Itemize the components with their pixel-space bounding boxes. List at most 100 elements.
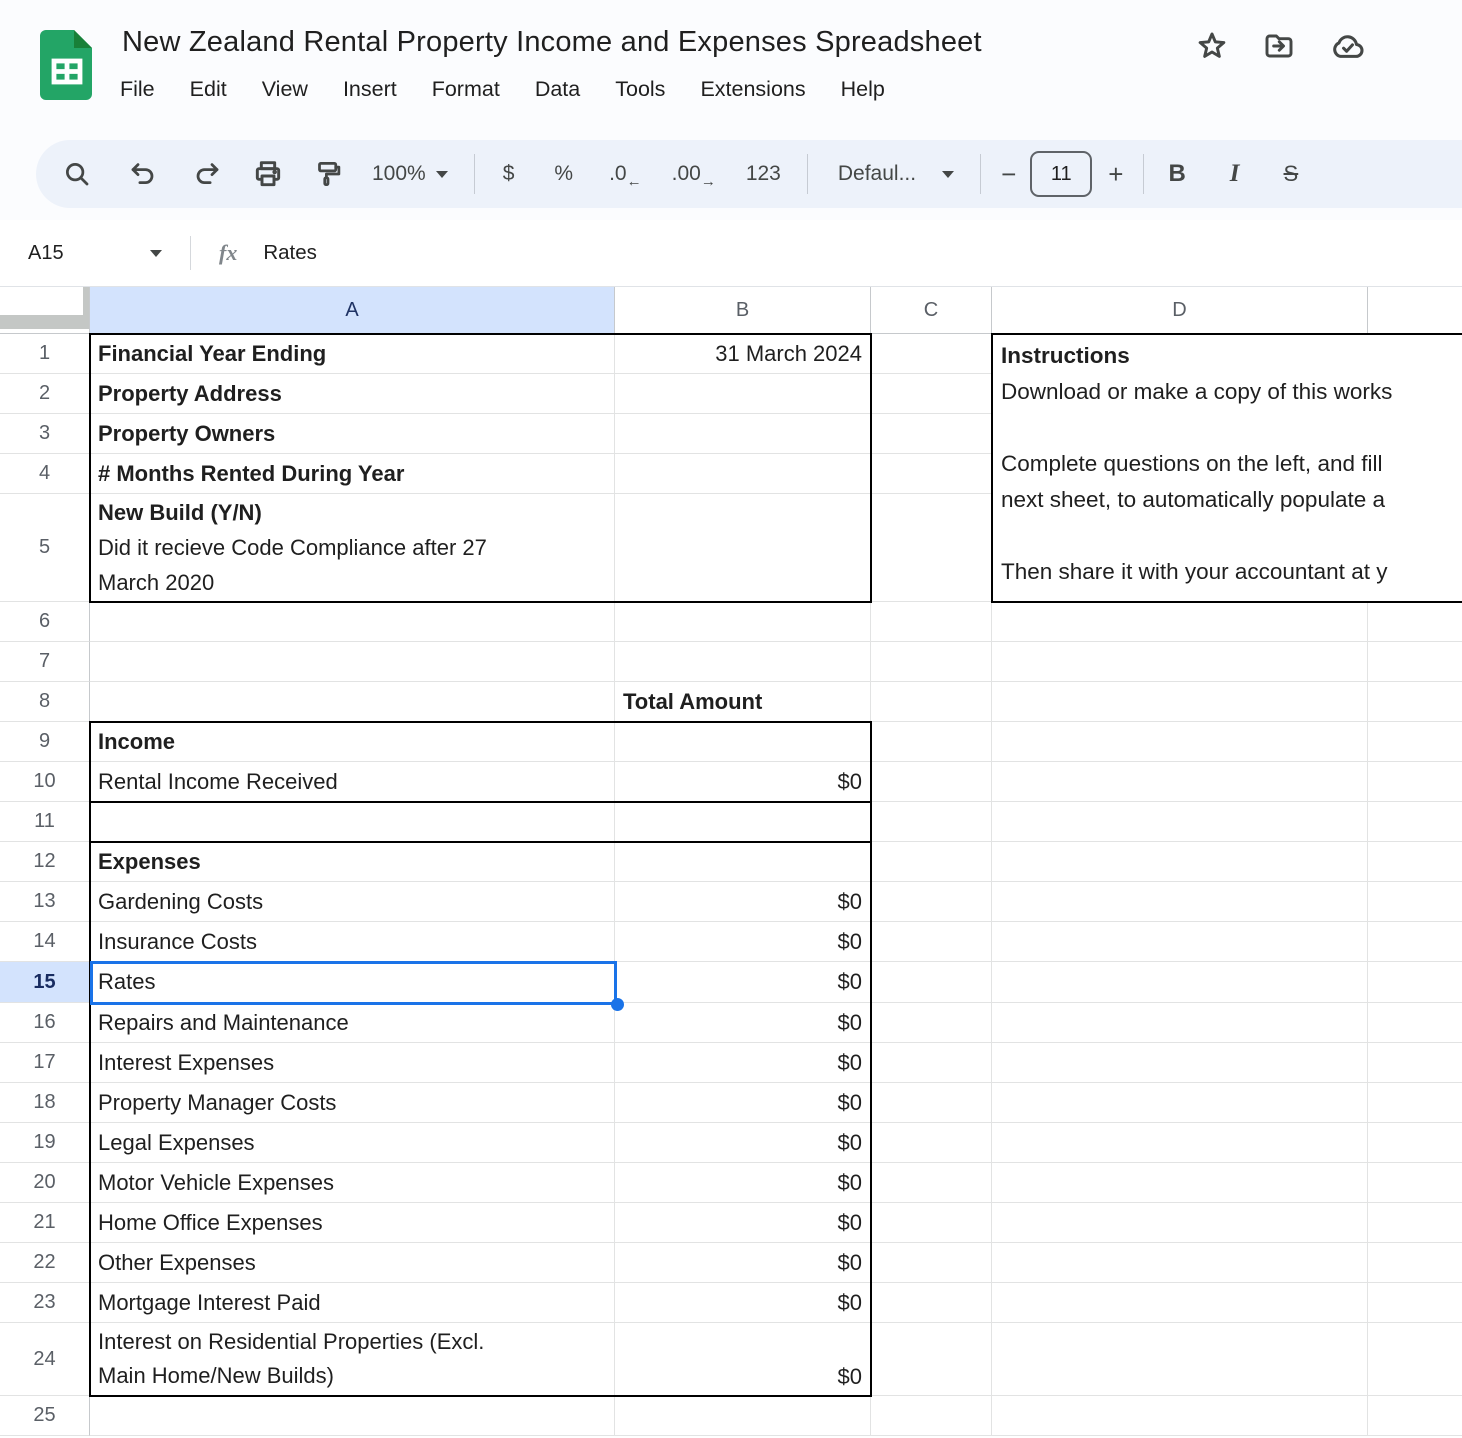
star-icon[interactable] [1196,30,1228,62]
cell-A22[interactable]: Other Expenses [90,1243,615,1283]
search-icon[interactable] [62,159,92,189]
cell-C17[interactable] [871,1043,992,1083]
cell-D11[interactable] [992,802,1368,842]
cell-A6[interactable] [90,602,615,642]
row-header-15[interactable]: 15 [0,962,90,1003]
cell-C12[interactable] [871,842,992,882]
name-box[interactable]: A15 [0,242,170,265]
cell-D19[interactable] [992,1123,1368,1163]
cell-E25[interactable] [1368,1396,1462,1436]
column-header-C[interactable]: C [871,287,992,334]
cell-D20[interactable] [992,1163,1368,1203]
row-header-24[interactable]: 24 [0,1323,90,1396]
row-header-4[interactable]: 4 [0,454,90,494]
cell-C23[interactable] [871,1283,992,1323]
cell-D16[interactable] [992,1003,1368,1043]
cell-A17[interactable]: Interest Expenses [90,1043,615,1083]
italic-button[interactable]: I [1230,160,1240,188]
row-header-5[interactable]: 5 [0,494,90,602]
menu-edit[interactable]: Edit [190,77,227,102]
cell-A10[interactable]: Rental Income Received [90,762,615,802]
row-header-1[interactable]: 1 [0,334,90,374]
cell-C19[interactable] [871,1123,992,1163]
cell-C22[interactable] [871,1243,992,1283]
formula-input[interactable]: Rates [263,241,317,265]
row-header-12[interactable]: 12 [0,842,90,882]
cell-E19[interactable] [1368,1123,1462,1163]
cell-C8[interactable] [871,682,992,722]
cell-B20[interactable]: $0 [615,1163,871,1203]
menu-file[interactable]: File [120,77,155,102]
menu-extensions[interactable]: Extensions [700,77,805,102]
cell-C16[interactable] [871,1003,992,1043]
cell-E12[interactable] [1368,842,1462,882]
row-header-17[interactable]: 17 [0,1043,90,1083]
cell-A3[interactable]: Property Owners [90,414,615,454]
column-header-E[interactable] [1368,287,1462,334]
redo-icon[interactable] [192,159,222,189]
cell-A4[interactable]: # Months Rented During Year [90,454,615,494]
cell-B25[interactable] [615,1396,871,1436]
cell-B19[interactable]: $0 [615,1123,871,1163]
row-header-10[interactable]: 10 [0,762,90,802]
cell-E17[interactable] [1368,1043,1462,1083]
cell-A12[interactable]: Expenses [90,842,615,882]
cell-D4[interactable] [992,454,1368,494]
cell-A16[interactable]: Repairs and Maintenance [90,1003,615,1043]
cell-E9[interactable] [1368,722,1462,762]
cell-E21[interactable] [1368,1203,1462,1243]
cell-A2[interactable]: Property Address [90,374,615,414]
cell-B18[interactable]: $0 [615,1083,871,1123]
cell-B21[interactable]: $0 [615,1203,871,1243]
cell-D5[interactable] [992,494,1368,602]
paint-format-icon[interactable] [312,159,342,189]
cell-B15[interactable]: $0 [615,962,871,1003]
cell-C13[interactable] [871,882,992,922]
cell-E13[interactable] [1368,882,1462,922]
cell-C6[interactable] [871,602,992,642]
cell-A21[interactable]: Home Office Expenses [90,1203,615,1243]
row-header-25[interactable]: 25 [0,1396,90,1436]
cell-E1[interactable] [1368,334,1462,374]
cell-B9[interactable] [615,722,871,762]
cell-D12[interactable] [992,842,1368,882]
cell-B16[interactable]: $0 [615,1003,871,1043]
cell-E2[interactable] [1368,374,1462,414]
cell-D15[interactable] [992,962,1368,1003]
cell-B23[interactable]: $0 [615,1283,871,1323]
row-header-9[interactable]: 9 [0,722,90,762]
increase-decimal-button[interactable]: .00→ [672,162,716,186]
move-folder-icon[interactable] [1262,30,1296,62]
cell-E24[interactable] [1368,1323,1462,1396]
menu-insert[interactable]: Insert [343,77,397,102]
document-title[interactable]: New Zealand Rental Property Income and E… [122,26,982,59]
cell-A20[interactable]: Motor Vehicle Expenses [90,1163,615,1203]
cell-C11[interactable] [871,802,992,842]
cell-E4[interactable] [1368,454,1462,494]
column-header-B[interactable]: B [615,287,871,334]
cell-D22[interactable] [992,1243,1368,1283]
row-header-22[interactable]: 22 [0,1243,90,1283]
cell-B14[interactable]: $0 [615,922,871,962]
cloud-saved-icon[interactable] [1330,30,1366,62]
cell-E3[interactable] [1368,414,1462,454]
cell-C2[interactable] [871,374,992,414]
menu-view[interactable]: View [262,77,308,102]
row-header-21[interactable]: 21 [0,1203,90,1243]
row-header-16[interactable]: 16 [0,1003,90,1043]
cell-B22[interactable]: $0 [615,1243,871,1283]
row-header-14[interactable]: 14 [0,922,90,962]
cell-C10[interactable] [871,762,992,802]
cell-E6[interactable] [1368,602,1462,642]
font-style-select[interactable]: Defaul... [838,162,954,186]
cell-D8[interactable] [992,682,1368,722]
bold-button[interactable]: B [1168,160,1185,188]
more-formats-button[interactable]: 123 [746,162,781,186]
cell-C3[interactable] [871,414,992,454]
cell-E7[interactable] [1368,642,1462,682]
cell-C9[interactable] [871,722,992,762]
cell-B24[interactable]: $0 [615,1323,871,1396]
cell-B5[interactable] [615,494,871,602]
cell-B17[interactable]: $0 [615,1043,871,1083]
cell-B10[interactable]: $0 [615,762,871,802]
